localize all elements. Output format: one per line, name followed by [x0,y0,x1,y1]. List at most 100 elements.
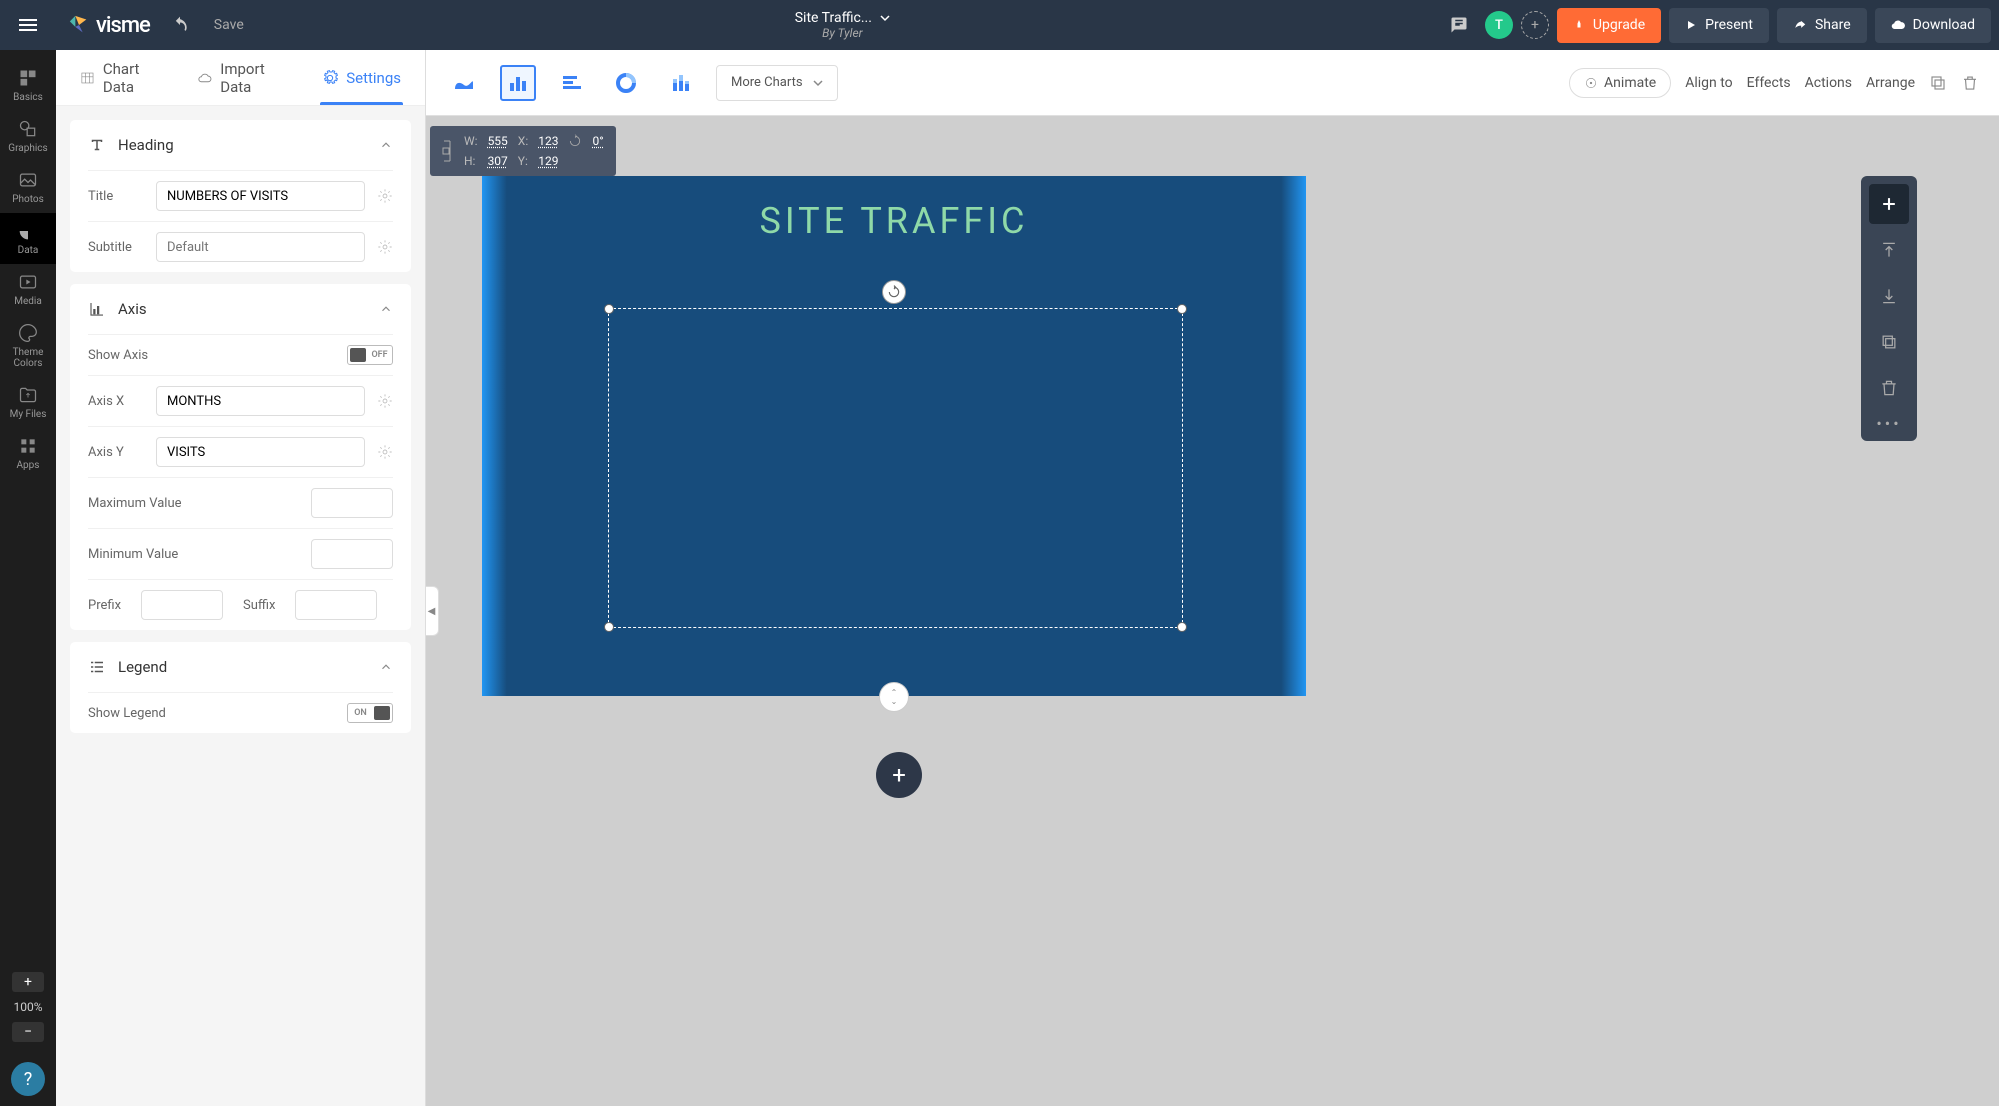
canvas[interactable]: ◀ W: 555 X: 123 0° H: 307 Y: 129 SITE TR… [426,116,1999,1106]
present-button[interactable]: Present [1669,8,1769,43]
max-value-input[interactable] [311,488,393,518]
nav-media[interactable]: Media [0,264,56,315]
download-button[interactable]: Download [1875,8,1991,43]
nav-theme-colors-label: Theme Colors [13,347,44,369]
y-value[interactable]: 129 [538,154,558,168]
share-label: Share [1815,17,1851,33]
move-up-button[interactable] [1869,230,1909,270]
resize-handle-nw[interactable] [604,304,614,314]
x-value[interactable]: 123 [538,134,558,148]
chart-type-hbar[interactable] [554,65,590,101]
chart-type-area[interactable] [446,65,482,101]
duplicate-icon[interactable] [1929,74,1947,92]
lock-icon[interactable] [442,137,454,165]
w-value[interactable]: 555 [488,134,508,148]
rotation-value[interactable]: 0° [592,134,603,148]
gear-icon[interactable] [377,239,393,255]
resize-handle-ne[interactable] [1177,304,1187,314]
menu-button[interactable] [8,5,48,45]
download-label: Download [1913,17,1975,33]
save-button[interactable]: Save [214,17,244,33]
nav-basics[interactable]: Basics [0,60,56,111]
add-slide-button[interactable]: + [876,752,922,798]
comment-icon [1450,16,1468,34]
prefix-input[interactable] [141,590,223,620]
gear-icon[interactable] [377,444,393,460]
add-element-button[interactable] [1869,184,1909,224]
section-legend-header[interactable]: Legend [88,642,393,692]
animate-button[interactable]: Animate [1569,68,1671,98]
nav-my-files-label: My Files [10,409,47,420]
help-button[interactable]: ? [11,1062,45,1096]
more-options-button[interactable]: ••• [1869,414,1909,433]
nav-my-files[interactable]: My Files [0,377,56,428]
chart-type-bar[interactable] [500,65,536,101]
logo-text: visme [96,13,150,38]
section-heading-title: Heading [118,136,174,154]
zoom-in-button[interactable]: + [12,972,44,992]
slide[interactable]: SITE TRAFFIC ⌃⌄ [482,176,1306,696]
nav-photos-label: Photos [12,194,44,205]
suffix-input[interactable] [295,590,377,620]
rotate-handle[interactable] [882,280,906,304]
upgrade-button[interactable]: Upgrade [1557,8,1661,43]
gear-icon[interactable] [377,188,393,204]
actions-button[interactable]: Actions [1805,75,1852,91]
undo-button[interactable] [162,7,198,43]
axis-x-input[interactable] [156,386,365,416]
nav-graphics[interactable]: Graphics [0,111,56,162]
project-title[interactable]: Site Traffic... [795,10,890,26]
copy-icon [1879,332,1899,352]
nav-data[interactable]: Data [0,213,56,264]
slide-title[interactable]: SITE TRAFFIC [482,176,1306,242]
text-icon [88,136,106,154]
trash-icon[interactable] [1961,74,1979,92]
align-to-button[interactable]: Align to [1685,75,1732,91]
resize-handle-sw[interactable] [604,622,614,632]
share-button[interactable]: Share [1777,8,1867,43]
section-axis-header[interactable]: Axis [88,284,393,334]
section-axis-title: Axis [118,300,147,318]
subtitle-input[interactable] [156,232,365,262]
user-avatar[interactable]: T [1485,11,1513,39]
chevron-down-icon [813,78,823,88]
more-charts-dropdown[interactable]: More Charts [716,65,838,101]
zoom-out-button[interactable]: − [12,1022,44,1042]
slide-expand-handle[interactable]: ⌃⌄ [879,682,909,712]
row-title: Title [88,170,393,221]
tab-import-data[interactable]: Import Data [183,50,308,105]
chart-type-stacked[interactable] [662,65,698,101]
collapse-panel-button[interactable]: ◀ [426,586,439,636]
resize-handle-se[interactable] [1177,622,1187,632]
effects-button[interactable]: Effects [1747,75,1791,91]
delete-slide-button[interactable] [1869,368,1909,408]
gear-icon[interactable] [377,393,393,409]
plus-icon [1879,194,1899,214]
tab-chart-data[interactable]: Chart Data [66,50,183,105]
section-legend: Legend Show Legend ON [70,642,411,733]
chart-type-donut[interactable] [608,65,644,101]
chart-selection[interactable] [608,308,1183,628]
show-axis-toggle[interactable]: OFF [347,345,393,365]
show-legend-toggle[interactable]: ON [347,703,393,723]
tab-settings[interactable]: Settings [308,50,415,105]
nav-photos[interactable]: Photos [0,162,56,213]
axis-y-input[interactable] [156,437,365,467]
duplicate-slide-button[interactable] [1869,322,1909,362]
tab-import-data-label: Import Data [220,60,294,96]
move-down-button[interactable] [1869,276,1909,316]
add-collaborator-button[interactable]: + [1521,11,1549,39]
topbar: visme Save Site Traffic... By Tyler T + … [0,0,1999,50]
panel-body[interactable]: Heading Title Subtitle [56,106,425,1106]
toggle-knob [350,348,366,362]
nav-theme-colors[interactable]: Theme Colors [0,315,56,377]
zoom-percent[interactable]: 100% [13,996,42,1018]
comments-button[interactable] [1441,7,1477,43]
section-heading-header[interactable]: Heading [88,120,393,170]
arrange-button[interactable]: Arrange [1866,75,1915,91]
min-value-input[interactable] [311,539,393,569]
h-value[interactable]: 307 [488,154,508,168]
nav-apps[interactable]: Apps [0,428,56,479]
logo[interactable]: visme [68,13,150,38]
title-input[interactable] [156,181,365,211]
